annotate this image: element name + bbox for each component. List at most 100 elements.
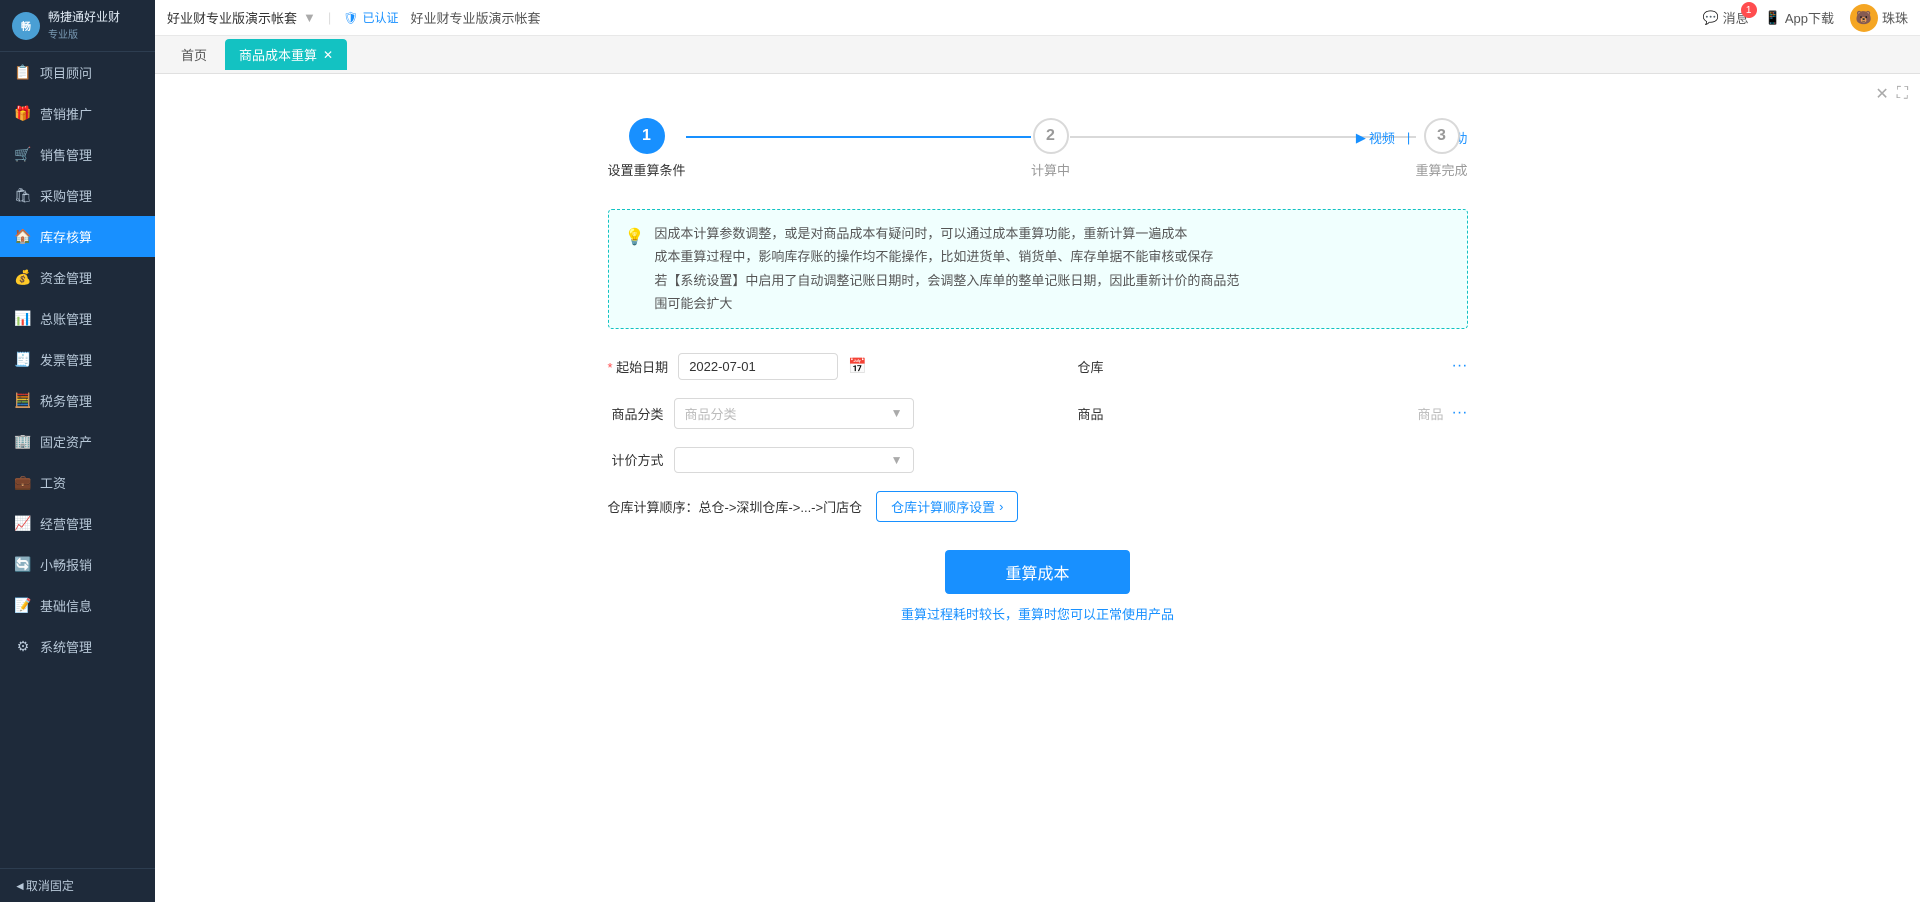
sidebar-item-expense[interactable]: 🔄 小畅报销 [0, 544, 155, 585]
step-1-label: 设置重算条件 [608, 160, 686, 179]
product-select-btn[interactable]: ··· [1452, 404, 1468, 422]
category-dropdown-icon: ▼ [891, 406, 903, 420]
start-date-input[interactable] [678, 353, 838, 380]
sidebar-item-sales[interactable]: 🛒 销售管理 [0, 134, 155, 175]
step-2-label: 计算中 [1031, 160, 1070, 179]
verified-badge: 🛡 已认证 [343, 9, 398, 26]
sidebar-label-invoice: 发票管理 [40, 350, 92, 369]
content-controls: ✕ ⛶ [1875, 84, 1908, 104]
message-icon: 💬 [1702, 10, 1718, 26]
project-icon: 📋 [14, 64, 32, 81]
product-label: 商品 [1048, 404, 1104, 423]
chevron-right-icon: › [999, 499, 1003, 514]
sidebar-item-capital[interactable]: 💰 资金管理 [0, 257, 155, 298]
sidebar-logo: 畅 畅捷通好业财 专业版 [0, 0, 155, 52]
sidebar-item-project[interactable]: 📋 项目顾问 [0, 52, 155, 93]
sidebar-unpin-button[interactable]: ◄取消固定 [0, 868, 155, 902]
expand-icon[interactable]: ⛶ [1897, 85, 1908, 103]
warehouse-label: 仓库 [1048, 357, 1104, 376]
step-3-label: 重算完成 [1416, 160, 1468, 179]
start-date-label: 起始日期 [608, 357, 669, 376]
message-button[interactable]: 💬 消息 1 [1702, 8, 1748, 27]
recalc-btn-label: 重算成本 [1005, 566, 1069, 583]
tab-active-label: 商品成本重算 [239, 45, 317, 64]
product-group: 商品 商品 ··· [1048, 404, 1468, 423]
sidebar-label-accounting: 总账管理 [40, 309, 92, 328]
pricing-select[interactable]: ▼ [674, 447, 914, 473]
header-right: 💬 消息 1 📱 App下载 🐻 珠珠 [1702, 4, 1908, 32]
sidebar-label-project: 项目顾问 [40, 63, 92, 82]
sidebar-label-assets: 固定资产 [40, 432, 92, 451]
category-group: 商品分类 商品分类 ▼ [608, 398, 1028, 429]
step-3-circle: 3 [1424, 118, 1460, 154]
header-bar: 好业财专业版演示帐套 ▼ | 🛡 已认证 好业财专业版演示帐套 💬 消息 1 📱… [155, 0, 1920, 36]
dropdown-chevron-icon: ▼ [303, 10, 316, 25]
form-row-3: 计价方式 ▼ [608, 447, 1468, 473]
header-account-name: 好业财专业版演示帐套 [411, 8, 541, 27]
step-2: 2 计算中 [1031, 118, 1070, 179]
info-line-4: 围可能会扩大 [654, 292, 1239, 315]
category-placeholder: 商品分类 [685, 404, 737, 423]
purchase-icon: 🛍 [14, 187, 32, 204]
sidebar-item-invoice[interactable]: 🧾 发票管理 [0, 339, 155, 380]
step-2-circle: 2 [1033, 118, 1069, 154]
user-name: 珠珠 [1882, 8, 1908, 27]
sidebar-item-marketing[interactable]: 🎁 营销推广 [0, 93, 155, 134]
close-window-icon[interactable]: ✕ [1875, 84, 1888, 104]
tab-home[interactable]: 首页 [167, 39, 221, 70]
sidebar-item-basic[interactable]: 📝 基础信息 [0, 585, 155, 626]
recalc-button[interactable]: 重算成本 [945, 550, 1129, 594]
sidebar-item-system[interactable]: ⚙ 系统管理 [0, 626, 155, 667]
sidebar-item-accounting[interactable]: 📊 总账管理 [0, 298, 155, 339]
calc-order-label: 仓库计算顺序：总仓->深圳仓库->...->门店仓 [608, 497, 863, 516]
info-line-1: 因成本计算参数调整，或是对商品成本有疑问时，可以通过成本重算功能，重新计算一遍成… [654, 222, 1239, 245]
sidebar-item-inventory[interactable]: 🏠 库存核算 [0, 216, 155, 257]
warehouse-select-btn[interactable]: ··· [1452, 357, 1468, 375]
form-row-1: 起始日期 📅 仓库 ··· [608, 353, 1468, 380]
info-lamp-icon: 💡 [625, 224, 645, 316]
account-selector[interactable]: 好业财专业版演示帐套 ▼ [167, 8, 316, 27]
capital-icon: 💰 [14, 269, 32, 286]
sidebar-label-inventory: 库存核算 [40, 227, 92, 246]
calc-order-row: 仓库计算顺序：总仓->深圳仓库->...->门店仓 仓库计算顺序设置 › [608, 491, 1468, 522]
sales-icon: 🛒 [14, 146, 32, 163]
category-label: 商品分类 [608, 404, 664, 423]
category-select[interactable]: 商品分类 ▼ [674, 398, 914, 429]
operations-icon: 📈 [14, 515, 32, 532]
user-avatar[interactable]: 🐻 珠珠 [1850, 4, 1908, 32]
step-line-1 [686, 136, 1031, 138]
tab-close-icon[interactable]: ✕ [323, 48, 333, 62]
tab-cost-recalc[interactable]: 商品成本重算 ✕ [225, 39, 347, 70]
sidebar-nav: 📋 项目顾问 🎁 营销推广 🛒 销售管理 🛍 采购管理 🏠 库存核算 💰 资金管… [0, 52, 155, 868]
mobile-icon: 📱 [1765, 10, 1781, 26]
app-download-button[interactable]: 📱 App下载 [1765, 8, 1834, 27]
step-1: 1 设置重算条件 [608, 118, 686, 179]
header-divider: | [328, 10, 331, 25]
sidebar: 畅 畅捷通好业财 专业版 📋 项目顾问 🎁 营销推广 🛒 销售管理 🛍 采购管理… [0, 0, 155, 902]
invoice-icon: 🧾 [14, 351, 32, 368]
salary-icon: 💼 [14, 474, 32, 491]
calendar-icon[interactable]: 📅 [848, 357, 867, 375]
sidebar-item-purchase[interactable]: 🛍 采购管理 [0, 175, 155, 216]
shield-icon: 🛡 [343, 11, 358, 25]
pricing-label: 计价方式 [608, 450, 664, 469]
calc-order-settings-button[interactable]: 仓库计算顺序设置 › [876, 491, 1018, 522]
assets-icon: 🏢 [14, 433, 32, 450]
video-link[interactable]: ▶ 视频 [1356, 128, 1395, 147]
tab-home-label: 首页 [181, 48, 207, 63]
info-text: 因成本计算参数调整，或是对商品成本有疑问时，可以通过成本重算功能，重新计算一遍成… [654, 222, 1239, 316]
sidebar-item-salary[interactable]: 💼 工资 [0, 462, 155, 503]
expense-icon: 🔄 [14, 556, 32, 573]
recalc-note: 重算过程耗时较长，重算时您可以正常使用产品 [608, 604, 1468, 623]
calc-order-btn-label: 仓库计算顺序设置 [891, 497, 995, 516]
step-1-circle: 1 [629, 118, 665, 154]
sidebar-item-tax[interactable]: 🧮 税务管理 [0, 380, 155, 421]
start-date-group: 起始日期 📅 [608, 353, 1028, 380]
video-label: 视频 [1369, 128, 1395, 147]
sidebar-item-operations[interactable]: 📈 经营管理 [0, 503, 155, 544]
info-box: 💡 因成本计算参数调整，或是对商品成本有疑问时，可以通过成本重算功能，重新计算一… [608, 209, 1468, 329]
logo-text: 畅捷通好业财 [48, 10, 120, 26]
sidebar-label-expense: 小畅报销 [40, 555, 92, 574]
recalc-section: 重算成本 重算过程耗时较长，重算时您可以正常使用产品 [608, 550, 1468, 623]
sidebar-item-assets[interactable]: 🏢 固定资产 [0, 421, 155, 462]
